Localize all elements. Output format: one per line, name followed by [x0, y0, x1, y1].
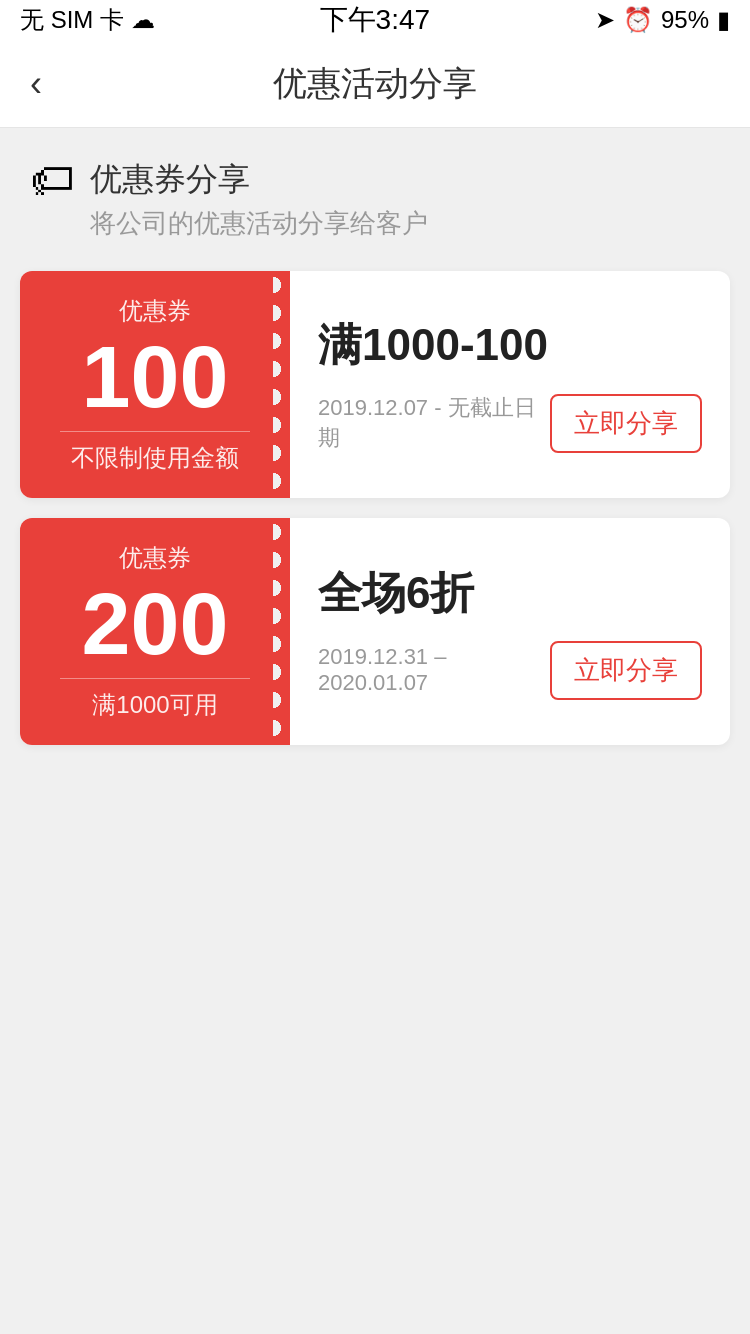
status-right: ➤ ⏰ 95% ▮ — [595, 6, 730, 34]
status-time: 下午3:47 — [320, 1, 431, 39]
coupon-bottom-1: 2019.12.31 – 2020.01.07 立即分享 — [318, 641, 702, 700]
section-header: 🏷 优惠券分享 将公司的优惠活动分享给客户 — [0, 128, 750, 261]
battery-label: 95% — [661, 6, 709, 34]
section-icon: 🏷 — [30, 158, 74, 202]
sim-label: 无 SIM 卡 ☁ — [20, 4, 155, 36]
coupon-divider-0 — [60, 431, 250, 432]
coupon-amount-0: 100 — [82, 333, 229, 421]
back-button[interactable]: ‹ — [30, 63, 42, 105]
page-title: 优惠活动分享 — [273, 61, 477, 107]
coupon-list: 优惠券 100 不限制使用金额 满1000-100 2019.12.07 - 无… — [0, 261, 750, 755]
share-button-0[interactable]: 立即分享 — [550, 394, 702, 453]
coupon-label-1: 优惠券 — [119, 542, 191, 574]
coupon-left-0: 优惠券 100 不限制使用金额 — [20, 271, 290, 498]
coupon-right-0: 满1000-100 2019.12.07 - 无截止日期 立即分享 — [290, 271, 730, 498]
location-icon: ➤ — [595, 6, 615, 34]
coupon-name-1: 全场6折 — [318, 564, 702, 623]
coupon-amount-1: 200 — [82, 580, 229, 668]
bottom-area — [0, 755, 750, 1334]
coupon-card: 优惠券 200 满1000可用 全场6折 2019.12.31 – 2020.0… — [20, 518, 730, 745]
coupon-date-1: 2019.12.31 – 2020.01.07 — [318, 644, 550, 696]
coupon-condition-0: 不限制使用金额 — [71, 442, 239, 474]
nav-bar: ‹ 优惠活动分享 — [0, 40, 750, 128]
coupon-divider-1 — [60, 678, 250, 679]
coupon-name-0: 满1000-100 — [318, 316, 702, 375]
coupon-date-0: 2019.12.07 - 无截止日期 — [318, 393, 550, 453]
coupon-right-1: 全场6折 2019.12.31 – 2020.01.07 立即分享 — [290, 518, 730, 745]
battery-icon: ▮ — [717, 6, 730, 34]
coupon-bottom-0: 2019.12.07 - 无截止日期 立即分享 — [318, 393, 702, 453]
share-button-1[interactable]: 立即分享 — [550, 641, 702, 700]
section-subtitle: 将公司的优惠活动分享给客户 — [90, 206, 428, 241]
coupon-label-0: 优惠券 — [119, 295, 191, 327]
section-text: 优惠券分享 将公司的优惠活动分享给客户 — [90, 158, 428, 241]
alarm-icon: ⏰ — [623, 6, 653, 34]
coupon-condition-1: 满1000可用 — [92, 689, 217, 721]
coupon-left-1: 优惠券 200 满1000可用 — [20, 518, 290, 745]
coupon-card: 优惠券 100 不限制使用金额 满1000-100 2019.12.07 - 无… — [20, 271, 730, 498]
status-left: 无 SIM 卡 ☁ — [20, 4, 155, 36]
status-bar: 无 SIM 卡 ☁ 下午3:47 ➤ ⏰ 95% ▮ — [0, 0, 750, 40]
section-title: 优惠券分享 — [90, 158, 428, 202]
